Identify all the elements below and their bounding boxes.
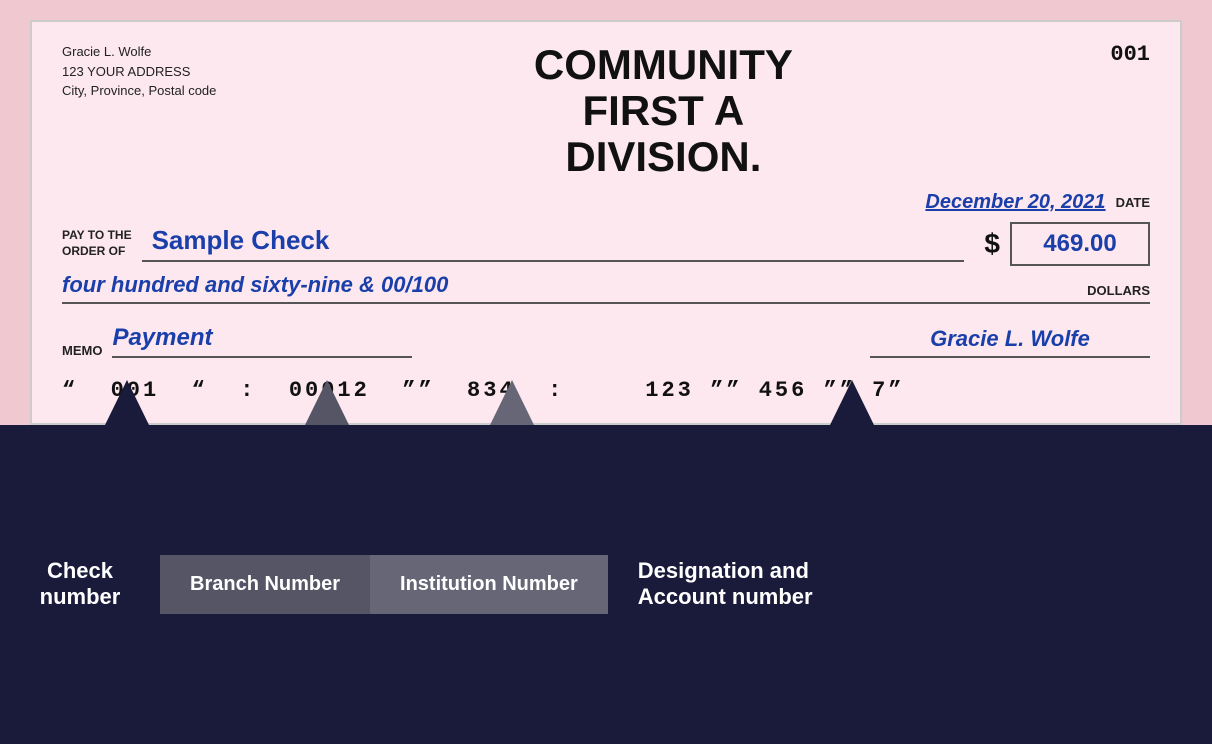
label-designation: Designation andAccount number <box>608 538 1212 630</box>
memo-value: Payment <box>112 324 212 351</box>
pay-to-label: PAY TO THEORDER OF <box>62 228 132 259</box>
label-institution-number: Institution Number <box>370 555 608 614</box>
pay-to-row: PAY TO THEORDER OF Sample Check $ 469.00 <box>62 222 1150 266</box>
memo-section: MEMO Payment <box>62 324 412 358</box>
check-address: Gracie L. Wolfe 123 YOUR ADDRESS City, P… <box>62 42 216 101</box>
memo-row: MEMO Payment Gracie L. Wolfe <box>62 324 1150 358</box>
dollar-sign: $ <box>984 228 1000 260</box>
check-number-top: 001 <box>1110 42 1150 67</box>
micr-line: “ 001 “ ‬: 00012 ”” 834 ‬: 123 ”” 456 ””… <box>62 378 1150 403</box>
address-name: Gracie L. Wolfe <box>62 42 216 62</box>
signature-value: Gracie L. Wolfe <box>930 326 1090 351</box>
memo-label: MEMO <box>62 343 102 358</box>
amount-box: 469.00 <box>1010 222 1150 266</box>
check-paper: Gracie L. Wolfe 123 YOUR ADDRESS City, P… <box>30 20 1182 425</box>
label-check-number: Check number <box>0 538 160 630</box>
dollars-label: DOLLARS <box>1087 283 1150 298</box>
amount-words-row: four hundred and sixty-nine & 00/100 DOL… <box>62 272 1150 304</box>
bank-name: COMMUNITYFIRST ADIVISION. <box>236 42 1090 181</box>
check-date: December 20, 2021 <box>925 191 1105 214</box>
memo-line: Payment <box>112 324 412 358</box>
amount-words: four hundred and sixty-nine & 00/100 <box>62 272 448 298</box>
signature-line: Gracie L. Wolfe <box>870 326 1150 358</box>
pay-to-line: Sample Check <box>142 225 965 262</box>
payee-name: Sample Check <box>142 225 330 255</box>
date-label: DATE <box>1116 195 1150 210</box>
bottom-annotation-area: Check number Branch Number Institution N… <box>0 425 1212 744</box>
label-branch-number: Branch Number <box>160 555 370 614</box>
check-date-row: December 20, 2021 DATE <box>62 191 1150 214</box>
check-header-row: Gracie L. Wolfe 123 YOUR ADDRESS City, P… <box>62 42 1150 181</box>
address-city: City, Province, Postal code <box>62 81 216 101</box>
check-area: Gracie L. Wolfe 123 YOUR ADDRESS City, P… <box>0 0 1212 425</box>
address-street: 123 YOUR ADDRESS <box>62 62 216 82</box>
label-row: Check number Branch Number Institution N… <box>0 425 1212 744</box>
